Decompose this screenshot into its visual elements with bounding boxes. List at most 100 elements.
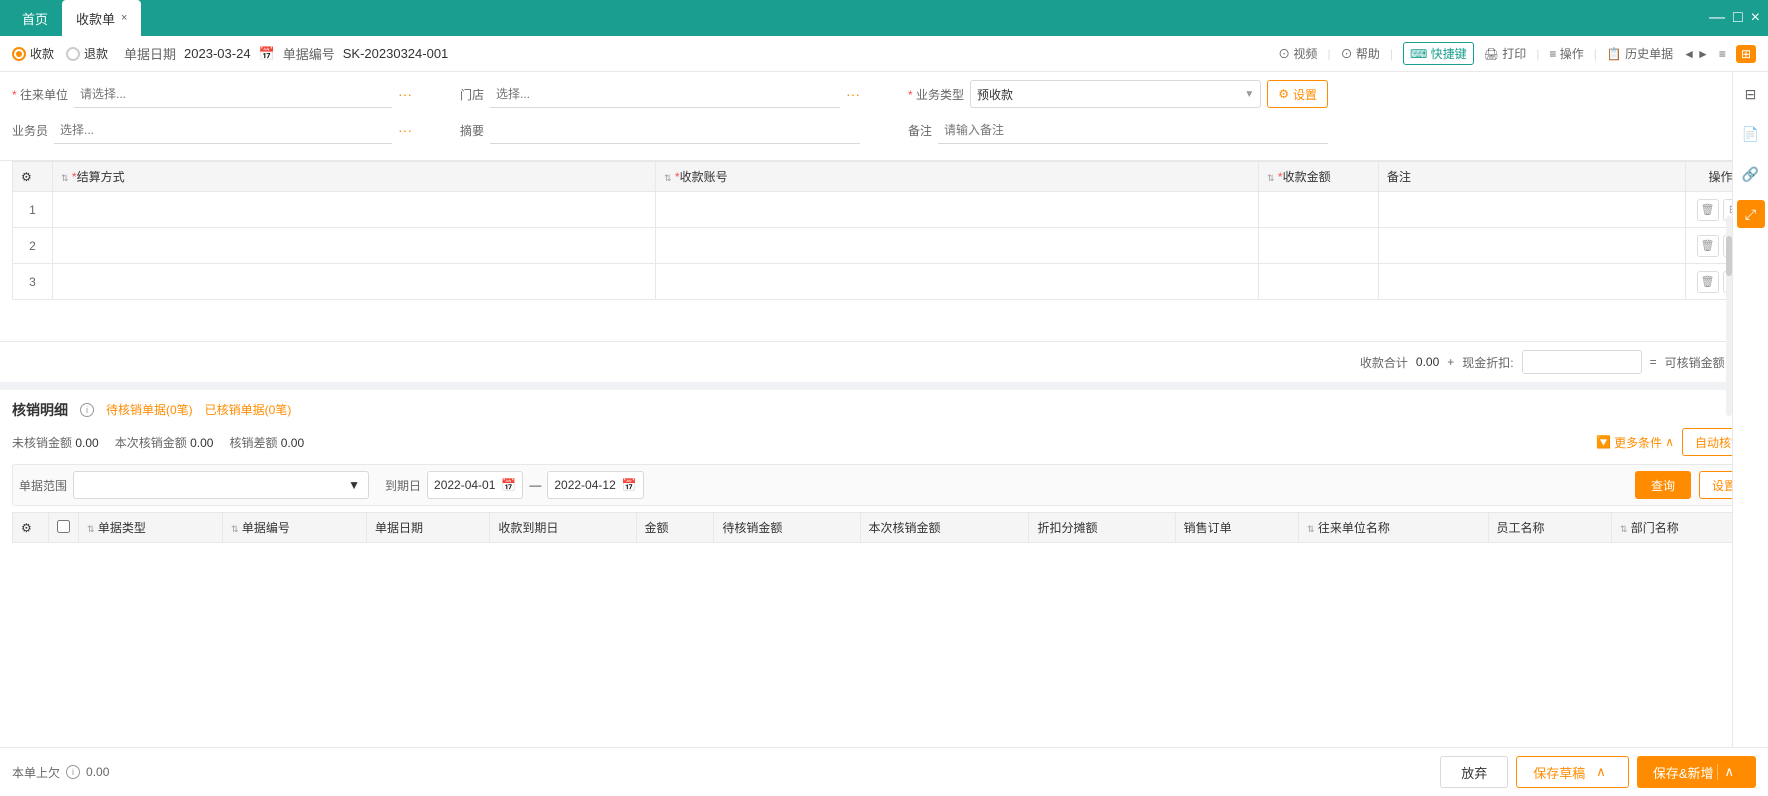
select-all-checkbox[interactable] [57, 520, 70, 533]
operation-action[interactable]: ≡ 操作 [1549, 45, 1583, 62]
date-from-calendar-icon[interactable]: 📅 [501, 478, 516, 492]
sidebar-doc-icon[interactable]: 📄 [1737, 120, 1765, 148]
history-action[interactable]: 📋 历史单据 [1607, 45, 1673, 62]
current-prev-label: 本单上欠 [12, 764, 60, 781]
save-draft-arrow-icon[interactable]: ∧ [1589, 764, 1612, 780]
staff-input[interactable] [54, 116, 392, 144]
store-input[interactable] [490, 80, 840, 108]
next-arrow[interactable]: ► [1697, 47, 1709, 61]
prev-arrow[interactable]: ◄ [1683, 47, 1695, 61]
form-settings-btn[interactable]: ⚙ 设置 [1267, 80, 1328, 108]
sidebar-link-icon[interactable]: 🔗 [1737, 160, 1765, 188]
scroll-bar[interactable] [1726, 216, 1732, 416]
shortcut-action[interactable]: ⌨ 快捷键 [1403, 42, 1474, 65]
print-action[interactable]: 🖨 打印 [1484, 45, 1527, 62]
col-settle-header: ⇅ *结算方式 [53, 162, 656, 192]
bottom-col-gear-header[interactable]: ⚙ [13, 513, 49, 543]
radio-refund-label: 退款 [84, 45, 108, 62]
store-label: 门店 [460, 86, 484, 103]
available-label: 可核销金额 [1665, 354, 1725, 371]
tab-close-icon[interactable]: × [121, 12, 127, 24]
bottom-col-check-header[interactable] [49, 513, 79, 543]
radio-refund[interactable]: 退款 [66, 45, 108, 62]
tab-receipt[interactable]: 收款单 × [62, 0, 141, 36]
done-tab-link[interactable]: 已核销单据(0笔) [205, 401, 292, 419]
biz-type-arrow-icon: ▼ [1244, 89, 1254, 100]
bottom-col-discount-header: 折扣分摊额 [1029, 513, 1175, 543]
reconcile-info-icon[interactable]: i [80, 403, 94, 417]
biz-type-select[interactable]: 预收款 ▼ [970, 80, 1261, 108]
row-3-remarks[interactable] [1379, 264, 1686, 300]
staff-more-btn[interactable]: ··· [398, 122, 412, 138]
save-new-btn[interactable]: 保存&新增 ∧ [1637, 756, 1756, 788]
row-1-amount[interactable] [1259, 192, 1379, 228]
pending-tab-link[interactable]: 待核销单据(0笔) [106, 401, 193, 419]
partner-more-btn[interactable]: ··· [398, 86, 412, 102]
date-to-input[interactable]: 2022-04-12 📅 [547, 471, 643, 499]
radio-receipt[interactable]: 收款 [12, 45, 54, 62]
info-circle-icon[interactable]: i [66, 765, 80, 779]
row-3-delete-btn[interactable]: 🗑 [1697, 271, 1719, 293]
tab-home[interactable]: 首页 [8, 0, 62, 36]
query-btn[interactable]: 查询 [1635, 471, 1691, 499]
discard-btn[interactable]: 放弃 [1440, 756, 1508, 788]
row-2-settle[interactable] [53, 228, 656, 264]
bottom-col-partner-header: ⇅ 往来单位名称 [1298, 513, 1488, 543]
row-2-amount[interactable] [1259, 228, 1379, 264]
calendar-icon[interactable]: 📅 [259, 46, 275, 62]
uncancelled-value: 0.00 [75, 436, 98, 450]
list-view-icon[interactable]: ≡ [1719, 47, 1726, 61]
current-cancel-label: 本次核销金额 0.00 [115, 434, 214, 451]
bottom-col-duedate-header: 收款到期日 [490, 513, 636, 543]
more-filter-btn[interactable]: 🔽 更多条件 ∧ [1596, 434, 1674, 451]
grid-view-icon[interactable]: ⊞ [1736, 45, 1756, 63]
row-3-account[interactable] [656, 264, 1259, 300]
discount-input[interactable] [1522, 350, 1642, 374]
save-new-label: 保存&新增 [1653, 763, 1714, 782]
bottom-col-cancel-header: 本次核销金额 [860, 513, 1029, 543]
row-2-delete-btn[interactable]: 🗑 [1697, 235, 1719, 257]
doc-range-field: 单据范围 ▼ [19, 471, 369, 499]
maximize-icon[interactable]: □ [1733, 9, 1743, 27]
partner-input[interactable] [74, 80, 392, 108]
biz-type-field: * 业务类型 预收款 ▼ ⚙ 设置 [908, 80, 1328, 108]
date-from-input[interactable]: 2022-04-01 📅 [427, 471, 523, 499]
gear-icon: ⚙ [21, 170, 32, 184]
row-2-remarks[interactable] [1379, 228, 1686, 264]
equals-label: = [1650, 355, 1657, 369]
row-2-account[interactable] [656, 228, 1259, 264]
row-3-amount[interactable] [1259, 264, 1379, 300]
bottom-col-salesorder-header: 销售订单 [1175, 513, 1298, 543]
doc-range-label: 单据范围 [19, 477, 67, 494]
row-1-account[interactable] [656, 192, 1259, 228]
save-draft-label: 保存草稿 [1533, 763, 1585, 782]
save-draft-btn[interactable]: 保存草稿 ∧ [1516, 756, 1629, 788]
row-1-delete-btn[interactable]: 🗑 [1697, 199, 1719, 221]
row-3-settle[interactable] [53, 264, 656, 300]
due-date-label: 到期日 [385, 477, 421, 494]
table-row: 1 🗑 ⊞ [13, 192, 1756, 228]
remarks-field: 备注 [908, 116, 1328, 144]
save-new-arrow-icon[interactable]: ∧ [1717, 764, 1740, 780]
doc-date-value: 2023-03-24 [184, 46, 251, 61]
date-to-calendar-icon[interactable]: 📅 [622, 478, 637, 492]
discount-label: 现金折扣: [1462, 354, 1513, 371]
sidebar-table-icon[interactable]: ⊟ [1737, 80, 1765, 108]
store-more-btn[interactable]: ··· [846, 86, 860, 102]
row-1-remarks[interactable] [1379, 192, 1686, 228]
summary-input[interactable] [490, 116, 860, 144]
video-action[interactable]: ⊙ 视频 [1278, 45, 1317, 62]
scroll-thumb[interactable] [1726, 236, 1732, 276]
col-amount-header: ⇅ *收款金额 [1259, 162, 1379, 192]
remarks-input[interactable] [938, 116, 1328, 144]
sidebar-fullscreen-icon[interactable]: ⤢ [1737, 200, 1765, 228]
row-1-settle[interactable] [53, 192, 656, 228]
help-action[interactable]: ⊙ 帮助 [1341, 45, 1380, 62]
date-from-value: 2022-04-01 [434, 478, 495, 492]
minimize-icon[interactable]: — [1709, 9, 1725, 27]
plus-label: + [1447, 355, 1454, 369]
bottom-col-doctype-header: ⇅ 单据类型 [79, 513, 223, 543]
doc-range-select[interactable]: ▼ [73, 471, 369, 499]
col-gear-header[interactable]: ⚙ [13, 162, 53, 192]
close-window-icon[interactable]: × [1751, 9, 1760, 27]
